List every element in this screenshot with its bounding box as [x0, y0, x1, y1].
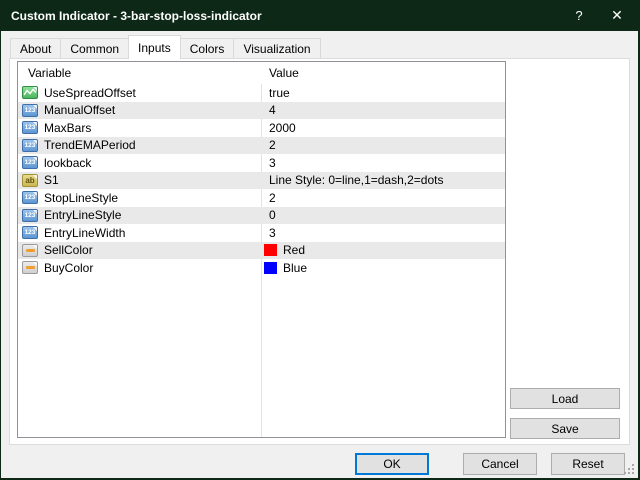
parameter-value[interactable]: true: [261, 86, 505, 100]
tab-bar: About Common Inputs Colors Visualization: [1, 35, 638, 59]
table-row[interactable]: TrendEMAPeriod 2: [18, 136, 505, 154]
parameter-value[interactable]: 0: [261, 208, 505, 222]
parameter-value[interactable]: Line Style: 0=line,1=dash,2=dots: [261, 173, 505, 187]
variable-name: StopLineStyle: [44, 190, 119, 205]
table-row[interactable]: StopLineStyle 2: [18, 189, 505, 207]
parameter-value[interactable]: 2: [261, 138, 505, 152]
indicator-properties-dialog: Custom Indicator - 3-bar-stop-loss-indic…: [0, 0, 640, 480]
number-123-icon: [22, 191, 38, 205]
color-swatch-blue: [264, 261, 277, 274]
parameter-value[interactable]: 2: [261, 191, 505, 205]
tab-colors[interactable]: Colors: [179, 38, 235, 58]
tab-about[interactable]: About: [10, 38, 62, 58]
tab-inputs[interactable]: Inputs: [128, 35, 181, 59]
table-row[interactable]: MaxBars 2000: [18, 119, 505, 137]
number-123-icon: [22, 138, 38, 152]
value-column-header: Value: [269, 66, 299, 80]
number-123-icon: [22, 156, 38, 170]
variable-name: MaxBars: [44, 120, 92, 135]
cancel-button[interactable]: Cancel: [463, 453, 537, 475]
number-123-icon: [22, 208, 38, 222]
parameter-value[interactable]: 3: [261, 156, 505, 170]
color-icon: [22, 261, 38, 275]
variable-name: lookback: [44, 155, 92, 170]
variable-name: ManualOffset: [44, 103, 116, 118]
tab-common[interactable]: Common: [60, 38, 130, 58]
variable-name: UseSpreadOffset: [44, 85, 136, 100]
table-row[interactable]: S1 Line Style: 0=line,1=dash,2=dots: [18, 171, 505, 189]
title-bar: Custom Indicator - 3-bar-stop-loss-indic…: [1, 0, 638, 31]
parameter-value[interactable]: Blue: [261, 261, 505, 275]
close-button[interactable]: ✕: [598, 0, 636, 31]
parameter-value[interactable]: 3: [261, 226, 505, 240]
table-row[interactable]: BuyColor Blue: [18, 259, 505, 277]
string-ab-icon: [22, 173, 38, 187]
parameter-value[interactable]: 2000: [261, 121, 505, 135]
resize-grip-icon[interactable]: [623, 463, 635, 475]
color-value-label: Red: [283, 243, 306, 258]
load-button[interactable]: Load: [510, 388, 620, 409]
parameter-value[interactable]: Red: [261, 243, 505, 257]
table-row[interactable]: EntryLineStyle 0: [18, 206, 505, 224]
variable-name: SellColor: [44, 243, 93, 258]
help-button[interactable]: ?: [560, 0, 598, 31]
save-button[interactable]: Save: [510, 418, 620, 439]
number-123-icon: [22, 226, 38, 240]
reset-button[interactable]: Reset: [551, 453, 625, 475]
table-header: Variable Value: [18, 62, 505, 84]
color-icon: [22, 243, 38, 257]
ok-button[interactable]: OK: [355, 453, 429, 475]
variable-name: TrendEMAPeriod: [44, 138, 136, 153]
table-row[interactable]: EntryLineWidth 3: [18, 224, 505, 242]
parameter-value[interactable]: 4: [261, 103, 505, 117]
table-row[interactable]: SellColor Red: [18, 241, 505, 259]
table-row[interactable]: ManualOffset 4: [18, 101, 505, 119]
window-title: Custom Indicator - 3-bar-stop-loss-indic…: [11, 8, 262, 23]
variable-name: BuyColor: [44, 260, 94, 275]
table-row[interactable]: UseSpreadOffset true: [18, 84, 505, 102]
inputs-tab-page: Variable Value UseSpreadOffset true Manu…: [9, 58, 630, 445]
color-swatch-red: [264, 244, 277, 257]
parameters-table: Variable Value UseSpreadOffset true Manu…: [17, 61, 506, 438]
bool-chart-icon: [22, 86, 38, 100]
variable-name: EntryLineStyle: [44, 208, 122, 223]
color-value-label: Blue: [283, 260, 308, 275]
variable-column-header: Variable: [28, 66, 72, 80]
number-123-icon: [22, 121, 38, 135]
variable-name: EntryLineWidth: [44, 225, 126, 240]
table-row[interactable]: lookback 3: [18, 154, 505, 172]
number-123-icon: [22, 103, 38, 117]
tab-visualization[interactable]: Visualization: [233, 38, 321, 58]
variable-name: S1: [44, 173, 59, 188]
